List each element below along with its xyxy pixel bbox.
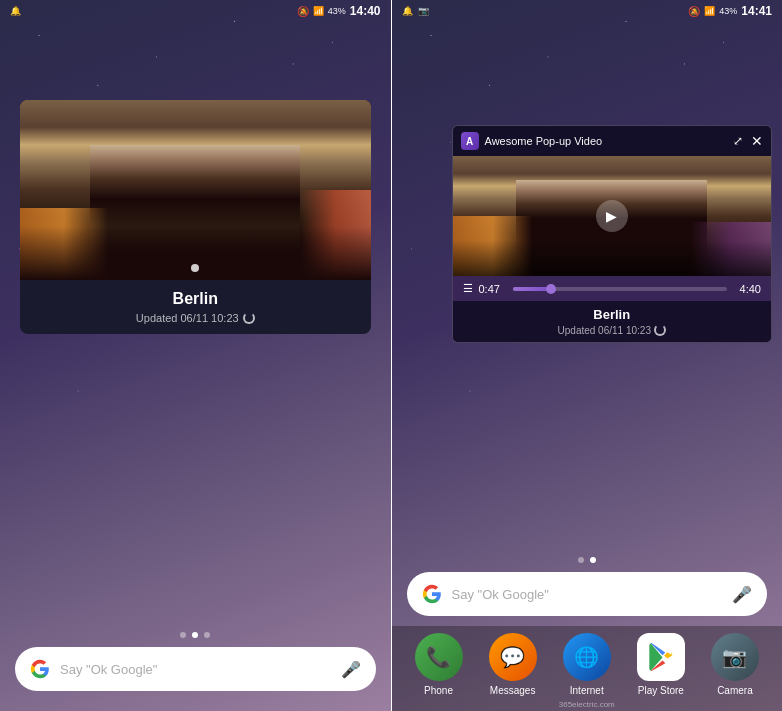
status-time-left: 14:40: [350, 4, 381, 18]
playstore-icon[interactable]: [637, 633, 685, 681]
internet-label: Internet: [570, 685, 604, 696]
status-right: 🔕 📶 43% 14:40: [297, 4, 381, 18]
mic-icon-left[interactable]: 🎤: [341, 660, 361, 679]
progress-handle[interactable]: [546, 284, 556, 294]
page-dots-left: [180, 632, 210, 638]
page-dot-2-active: [192, 632, 198, 638]
popup-shadow: [453, 240, 772, 276]
search-placeholder-left: Say "Ok Google": [60, 662, 331, 677]
signal-icon-right: 📶: [704, 6, 715, 16]
page-dot-1: [180, 632, 186, 638]
right-notif-icon2: 📷: [418, 6, 429, 16]
popup-close-btn[interactable]: ✕: [751, 133, 763, 149]
video-info: Berlin Updated 06/11 10:23: [20, 280, 371, 334]
popup-refresh-icon: [654, 324, 666, 336]
page-dot-r1: [578, 557, 584, 563]
popup-video-title: Berlin: [463, 307, 762, 322]
status-bar-left: 🔔 🔕 📶 43% 14:40: [0, 0, 391, 22]
popup-video-info: Berlin Updated 06/11 10:23: [453, 301, 772, 342]
watermark: 365electric.com: [559, 700, 615, 709]
playstore-label: Play Store: [638, 685, 684, 696]
video-updated-left: Updated 06/11 10:23: [35, 312, 356, 324]
status-left: 🔔: [10, 6, 21, 16]
right-screen: 🔔 📷 🔕 📶 43% 14:41 A Awesome Pop-up Video…: [392, 0, 783, 711]
popup-expand-btn[interactable]: ⤢: [733, 134, 743, 148]
popup-video-updated: Updated 06/11 10:23: [463, 324, 762, 336]
camera-label: Camera: [717, 685, 753, 696]
popup-progress-bar: ☰ 0:47 4:40: [453, 276, 772, 301]
popup-video-area: ▶: [453, 156, 772, 276]
battery-pct-right: 43%: [719, 6, 737, 16]
video-thumbnail: [20, 100, 371, 280]
page-dots-right: [578, 557, 596, 563]
popup-app-icon: A: [461, 132, 479, 150]
refresh-icon: [243, 312, 255, 324]
dock-item-messages[interactable]: 💬 Messages: [489, 633, 537, 696]
popup-play-button[interactable]: ▶: [596, 200, 628, 232]
status-time-right: 14:41: [741, 4, 772, 18]
mute-icon-right: 🔕: [688, 6, 700, 17]
left-screen: 🔔 🔕 📶 43% 14:40 Berlin Updated 06/11 10:…: [0, 0, 391, 711]
dock-item-playstore[interactable]: Play Store: [637, 633, 685, 696]
video-title-left: Berlin: [35, 290, 356, 308]
dock-item-camera[interactable]: 📷 Camera: [711, 633, 759, 696]
right-notif-icon: 🔔: [402, 6, 413, 16]
dock-item-internet[interactable]: 🌐 Internet: [563, 633, 611, 696]
internet-icon[interactable]: 🌐: [563, 633, 611, 681]
mute-icon: 🔕: [297, 6, 309, 17]
time-current: 0:47: [479, 283, 507, 295]
search-bar-left[interactable]: Say "Ok Google" 🎤: [15, 647, 376, 691]
popup-header-controls: ⤢ ✕: [733, 133, 763, 149]
search-placeholder-right: Say "Ok Google": [452, 587, 723, 602]
messages-label: Messages: [490, 685, 536, 696]
page-dot-3: [204, 632, 210, 638]
phone-label: Phone: [424, 685, 453, 696]
popup-header: A Awesome Pop-up Video ⤢ ✕: [453, 126, 772, 156]
video-card[interactable]: Berlin Updated 06/11 10:23: [20, 100, 371, 334]
playlist-icon: ☰: [463, 282, 473, 295]
google-logo-right: [422, 584, 442, 604]
google-logo-left: [30, 659, 50, 679]
progress-track[interactable]: [513, 287, 728, 291]
dock-right: 📞 Phone 💬 Messages 🌐 Internet: [392, 626, 783, 711]
page-dot-r2: [590, 557, 596, 563]
status-left-right: 🔔 📷: [402, 6, 429, 16]
messages-icon[interactable]: 💬: [489, 633, 537, 681]
search-bar-right[interactable]: Say "Ok Google" 🎤: [407, 572, 768, 616]
phone-icon[interactable]: 📞: [415, 633, 463, 681]
mic-icon-right[interactable]: 🎤: [732, 585, 752, 604]
battery-pct: 43%: [328, 6, 346, 16]
play-position-dot: [191, 264, 199, 272]
time-total: 4:40: [733, 283, 761, 295]
playstore-svg: [647, 643, 675, 671]
signal-icon: 📶: [313, 6, 324, 16]
popup-title: Awesome Pop-up Video: [485, 135, 728, 147]
dock-item-phone[interactable]: 📞 Phone: [415, 633, 463, 696]
status-bar-right: 🔔 📷 🔕 📶 43% 14:41: [392, 0, 783, 22]
popup-player[interactable]: A Awesome Pop-up Video ⤢ ✕ ▶ ☰ 0:47 4:40: [452, 125, 773, 343]
camera-icon[interactable]: 📷: [711, 633, 759, 681]
status-right-right: 🔕 📶 43% 14:41: [688, 4, 772, 18]
left-status-icons: 🔔: [10, 6, 21, 16]
